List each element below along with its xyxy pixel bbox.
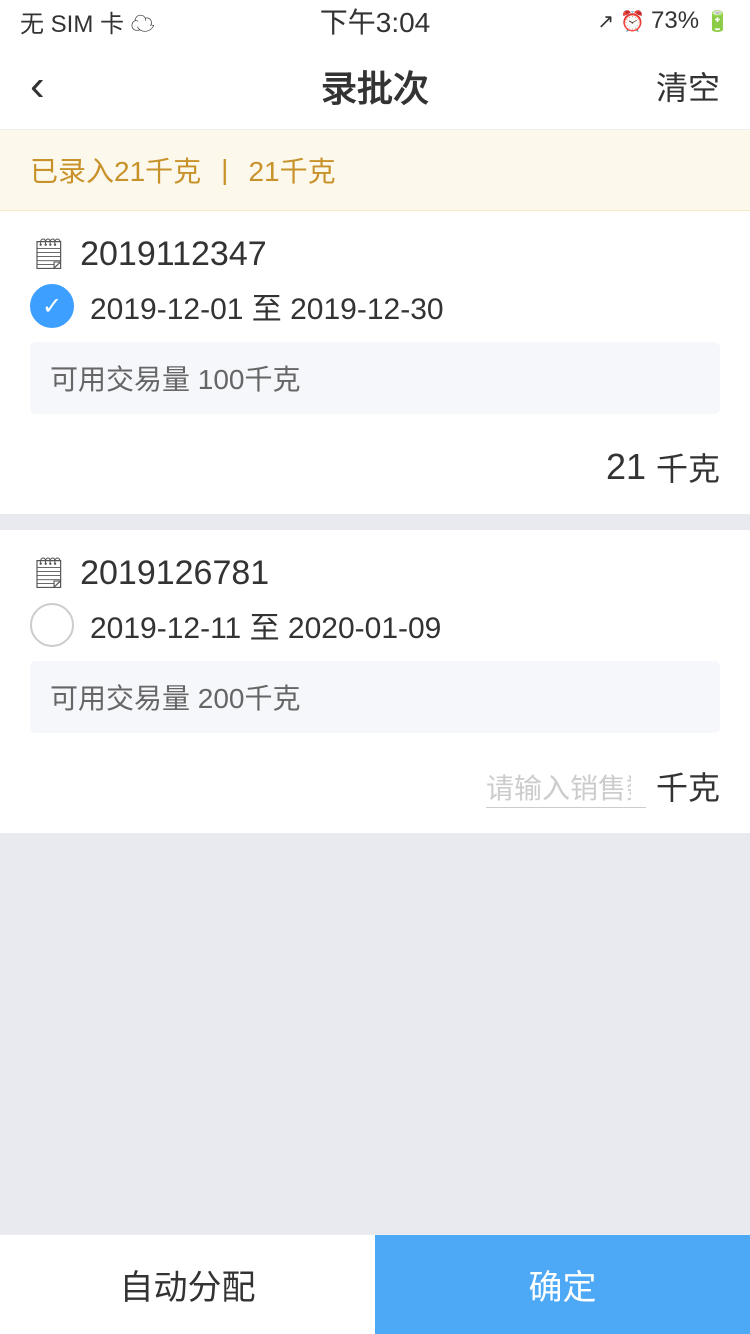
batch-card-2: 🗒 2019126781 2019-12-11 至 2020-01-09 可用交… bbox=[0, 530, 750, 833]
batch-1-available: 可用交易量 100千克 bbox=[30, 342, 720, 414]
bottom-bar: 自动分配 确定 bbox=[0, 1234, 750, 1334]
batch-2-icon: 🗒 bbox=[30, 556, 68, 591]
confirm-button[interactable]: 确定 bbox=[375, 1235, 750, 1334]
section-separator-1 bbox=[0, 514, 750, 530]
section-separator-2 bbox=[0, 833, 750, 849]
battery-icon: 🔋 bbox=[705, 9, 730, 34]
batch-2-date: 2019-12-11 至 2020-01-09 bbox=[90, 603, 441, 647]
summary-banner: 已录入21千克 | 21千克 bbox=[0, 130, 750, 211]
back-button[interactable]: ‹ bbox=[30, 64, 45, 108]
status-bar-right: ↗ ⏰ 73% 🔋 bbox=[597, 7, 730, 35]
batch-1-date: 2019-12-01 至 2019-12-30 bbox=[90, 284, 444, 328]
empty-area bbox=[0, 849, 750, 1269]
auto-distribute-button[interactable]: 自动分配 bbox=[0, 1235, 375, 1334]
batch-2-id: 2019126781 bbox=[80, 554, 269, 593]
batch-1-id: 2019112347 bbox=[80, 235, 267, 274]
alarm-icon: ⏰ bbox=[620, 9, 645, 34]
nav-bar: ‹ 录批次 清空 bbox=[0, 42, 750, 130]
status-bar-left: 无 SIM 卡 ☁ bbox=[20, 4, 155, 39]
batch-2-available: 可用交易量 200千克 bbox=[30, 661, 720, 733]
batch-2-qty-row: 千克 bbox=[0, 753, 750, 833]
batch-1-unit: 千克 bbox=[656, 444, 720, 490]
batch-2-radio[interactable] bbox=[30, 603, 74, 647]
check-icon: ✓ bbox=[42, 292, 62, 321]
summary-recorded: 已录入21千克 bbox=[30, 150, 201, 190]
status-bar: 无 SIM 卡 ☁ 下午3:04 ↗ ⏰ 73% 🔋 bbox=[0, 0, 750, 42]
batch-1-icon: 🗒 bbox=[30, 237, 68, 272]
batch-1-header: 🗒 2019112347 bbox=[0, 211, 750, 284]
batch-2-date-row: 2019-12-11 至 2020-01-09 bbox=[0, 603, 750, 661]
batch-card-1: 🗒 2019112347 ✓ 2019-12-01 至 2019-12-30 可… bbox=[0, 211, 750, 514]
batch-2-header: 🗒 2019126781 bbox=[0, 530, 750, 603]
batch-1-radio[interactable]: ✓ bbox=[30, 284, 74, 328]
page-title: 录批次 bbox=[321, 60, 429, 112]
status-bar-time: 下午3:04 bbox=[320, 1, 431, 41]
clear-button[interactable]: 清空 bbox=[656, 63, 720, 109]
sim-label: 无 SIM 卡 ☁ bbox=[20, 4, 155, 39]
summary-divider: | bbox=[221, 154, 228, 186]
batch-1-qty-row: 21 千克 bbox=[0, 434, 750, 514]
summary-total: 21千克 bbox=[248, 150, 335, 190]
battery-label: 73% bbox=[651, 7, 699, 35]
batch-2-qty-input[interactable] bbox=[486, 765, 646, 808]
batch-2-unit: 千克 bbox=[656, 763, 720, 809]
location-icon: ↗ bbox=[597, 9, 614, 34]
batch-1-date-row: ✓ 2019-12-01 至 2019-12-30 bbox=[0, 284, 750, 342]
batch-1-qty-value: 21 bbox=[606, 446, 646, 488]
